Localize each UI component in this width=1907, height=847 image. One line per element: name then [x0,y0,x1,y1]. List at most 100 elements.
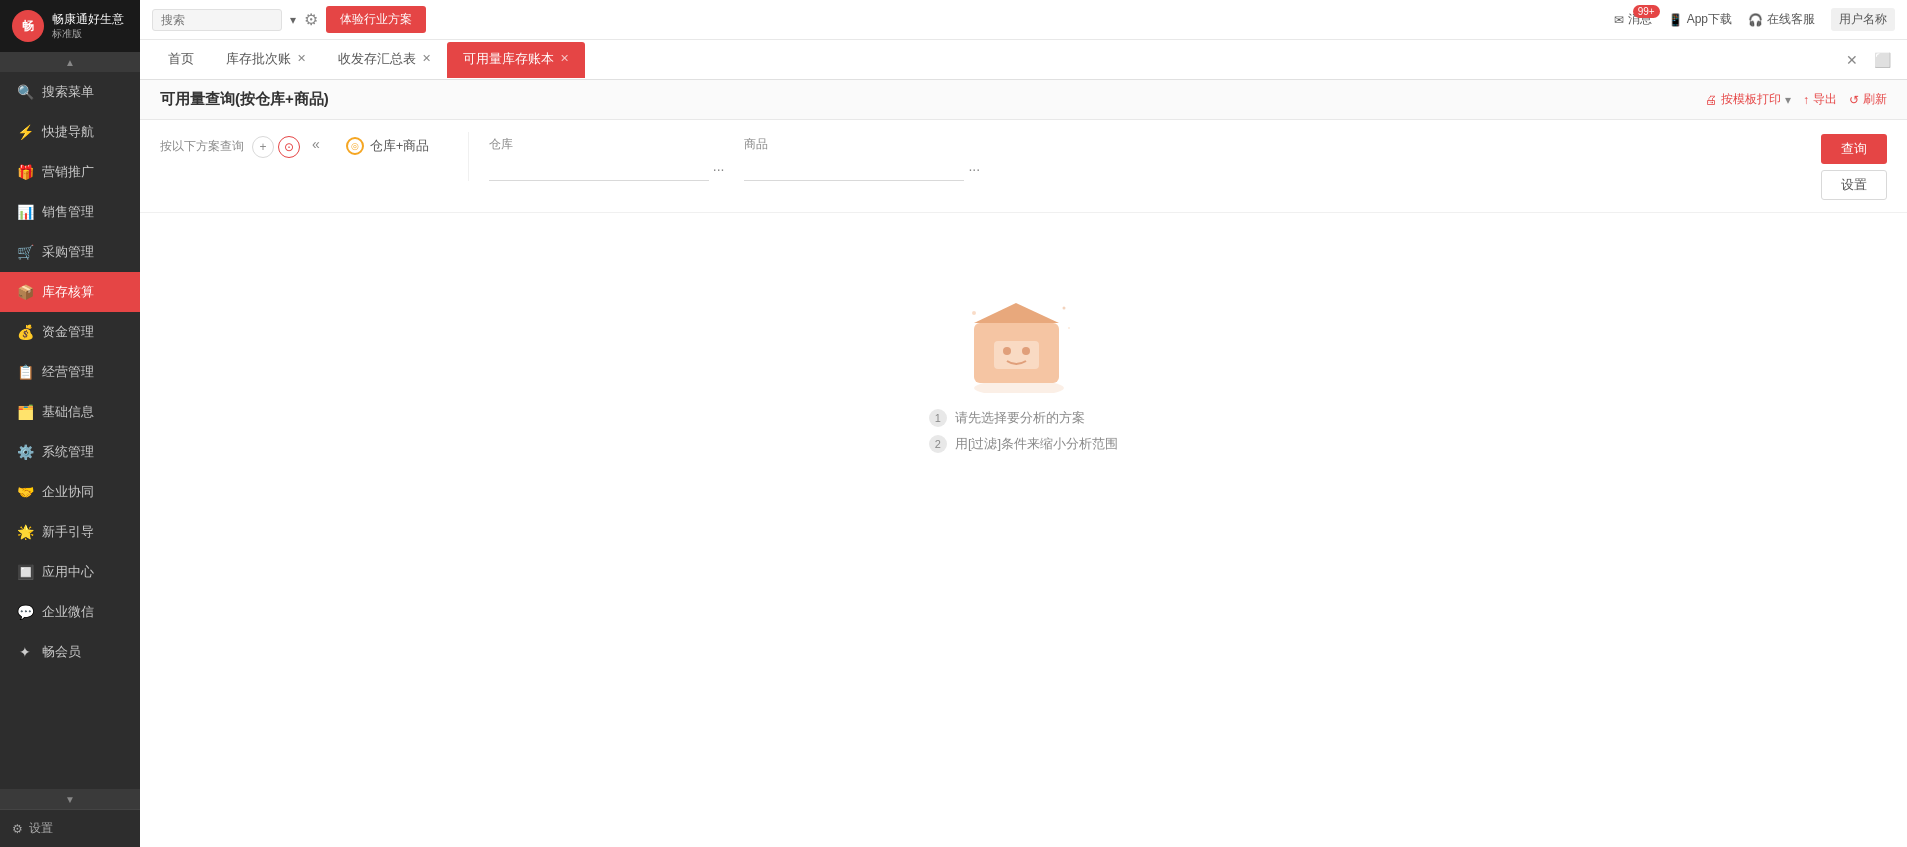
empty-state-svg [964,293,1084,393]
wechat-icon: 💬 [16,603,34,621]
product-label: 商品 [744,136,980,153]
sidebar-item-newcomer[interactable]: 🌟新手引导 [0,512,140,552]
headset-icon: 🎧 [1748,13,1763,27]
sidebar-item-finance[interactable]: 💰 资金管理 [0,312,140,352]
sidebar-item-label: 基础信息 [42,403,94,421]
sidebar-item-quick-nav[interactable]: ⚡ 快捷导航 [0,112,140,152]
tab-label: 首页 [168,50,194,68]
sidebar-item-wechat[interactable]: 💬 企业微信 [0,592,140,632]
sidebar-scroll-down[interactable]: ▼ [0,789,140,809]
warehouse-more-button[interactable]: ··· [713,161,725,177]
sidebar-item-search[interactable]: 🔍搜索菜单 [0,72,140,112]
sidebar-item-system[interactable]: ⚙️系统管理 [0,432,140,472]
filter-schemes: ◎ 仓库+商品 [336,132,456,160]
sidebar-item-sales[interactable]: 📊 销售管理 [0,192,140,232]
sidebar-item-label: 销售管理 [42,203,94,221]
product-input[interactable] [744,157,964,181]
export-icon: ↑ [1803,93,1809,107]
svg-point-5 [1022,347,1030,355]
gear-icon[interactable]: ⚙ [304,10,318,29]
customer-service-link[interactable]: 🎧 在线客服 [1748,11,1815,28]
mobile-icon: 📱 [1668,13,1683,27]
sidebar-header: 畅 畅康通好生意 标准版 [0,0,140,52]
warehouse-input[interactable] [489,157,709,181]
sidebar-item-label: 资金管理 [42,323,94,341]
filter-field-warehouse: 仓库 ··· [489,136,725,181]
enterprise-icon: 🤝 [16,483,34,501]
sidebar-item-label: 企业微信 [42,603,94,621]
sidebar-item-enterprise[interactable]: 🤝 企业协同 [0,472,140,512]
tab-label: 收发存汇总表 [338,50,416,68]
export-button[interactable]: ↑ 导出 [1803,91,1837,108]
topbar-right: ✉ 消息 99+ 📱 App下载 🎧 在线客服 用户名称 [1614,8,1895,31]
sidebar-item-label: 系统管理 [42,443,94,461]
refresh-icon: ↺ [1849,93,1859,107]
filter-settings-button[interactable]: 设置 [1821,170,1887,200]
scheme-item-warehouse-product[interactable]: ◎ 仓库+商品 [336,132,456,160]
sidebar-item-basic[interactable]: 🗂️基础信息 [0,392,140,432]
sidebar-item-purchase[interactable]: 🛒采购管理 [0,232,140,272]
svg-point-4 [1003,347,1011,355]
tabs-bar: 首页库存批次账✕ 收发存汇总表 ✕ 可用量库存账本 ✕ ✕ ⬜ [140,40,1907,80]
product-input-wrapper: ··· [744,157,980,181]
maximize-window-button[interactable]: ⬜ [1870,50,1895,70]
hint-number-2: 2 [929,435,947,453]
message-badge[interactable]: ✉ 消息 99+ [1614,11,1652,28]
filter-area: 按以下方案查询 + ⊙ « ◎ 仓库+商品 仓库 [140,120,1907,213]
finance-icon: 💰 [16,323,34,341]
search-input[interactable] [152,9,282,31]
tab-available-ledger[interactable]: 可用量库存账本 ✕ [447,42,585,78]
sidebar-item-marketing[interactable]: 🎁营销推广 [0,152,140,192]
sidebar-item-vip[interactable]: ✦畅会员 [0,632,140,672]
app-title: 畅康通好生意 [52,11,124,28]
trial-button[interactable]: 体验行业方案 [326,6,426,33]
sidebar-scroll-up[interactable]: ▲ [0,52,140,72]
collapse-button[interactable]: « [312,132,320,152]
print-button[interactable]: 🖨 按模板打印 ▾ [1705,91,1791,108]
tab-close-batch-ledger[interactable]: ✕ [297,52,306,65]
sidebar-item-label: 库存核算 [42,283,94,301]
tab-close-collection-summary[interactable]: ✕ [422,52,431,65]
sidebar-item-label: 经营管理 [42,363,94,381]
tab-close-available-ledger[interactable]: ✕ [560,52,569,65]
add-scheme-button[interactable]: + [252,136,274,158]
close-window-button[interactable]: ✕ [1842,50,1862,70]
sidebar-footer[interactable]: ⚙ 设置 [0,809,140,847]
vip-icon: ✦ [16,643,34,661]
user-menu[interactable]: 用户名称 [1831,8,1895,31]
query-button[interactable]: 查询 [1821,134,1887,164]
quick-nav-icon: ⚡ [16,123,34,141]
scheme-settings-button[interactable]: ⊙ [278,136,300,158]
sidebar-nav: 🔍搜索菜单 ⚡ 快捷导航 🎁营销推广 📊 销售管理 🛒采购管理📦库存核算 💰 资金管理 📋经营管理… [0,72,140,789]
action-buttons: 查询 设置 [1821,132,1887,200]
window-controls: ✕ ⬜ [1842,50,1895,70]
warehouse-input-wrapper: ··· [489,157,725,181]
sidebar-item-label: 应用中心 [42,563,94,581]
product-more-button[interactable]: ··· [968,161,980,177]
sales-icon: 📊 [16,203,34,221]
sidebar-item-operations[interactable]: 📋经营管理 [0,352,140,392]
sidebar-item-inventory[interactable]: 📦库存核算 [0,272,140,312]
empty-illustration [964,293,1084,393]
tab-collection-summary[interactable]: 收发存汇总表 ✕ [322,42,447,78]
sidebar-item-label: 企业协同 [42,483,94,501]
page-header: 可用量查询(按仓库+商品) 🖨 按模板打印 ▾ ↑ 导出 ↺ 刷新 [140,80,1907,120]
hint-number-1: 1 [929,409,947,427]
main-content: ▾ ⚙ 体验行业方案 ✉ 消息 99+ 📱 App下载 🎧 在线客服 用户名称 … [140,0,1907,847]
sidebar-item-label: 搜索菜单 [42,83,94,101]
sidebar-item-apps[interactable]: 🔲应用中心 [0,552,140,592]
app-logo: 畅 [12,10,44,42]
sidebar-item-label: 采购管理 [42,243,94,261]
app-download-link[interactable]: 📱 App下载 [1668,11,1732,28]
tab-home[interactable]: 首页 [152,42,210,78]
empty-hints: 1 请先选择要分析的方案 2 用[过滤]条件来缩小分析范围 [929,409,1118,453]
svg-point-8 [1068,327,1070,329]
tab-batch-ledger[interactable]: 库存批次账✕ [210,42,322,78]
sidebar-item-label: 快捷导航 [42,123,94,141]
refresh-button[interactable]: ↺ 刷新 [1849,91,1887,108]
print-dropdown-arrow: ▾ [1785,93,1791,107]
dropdown-arrow[interactable]: ▾ [290,13,296,27]
tab-label: 可用量库存账本 [463,50,554,68]
topbar: ▾ ⚙ 体验行业方案 ✉ 消息 99+ 📱 App下载 🎧 在线客服 用户名称 [140,0,1907,40]
page-content: 可用量查询(按仓库+商品) 🖨 按模板打印 ▾ ↑ 导出 ↺ 刷新 按以下方案 [140,80,1907,847]
